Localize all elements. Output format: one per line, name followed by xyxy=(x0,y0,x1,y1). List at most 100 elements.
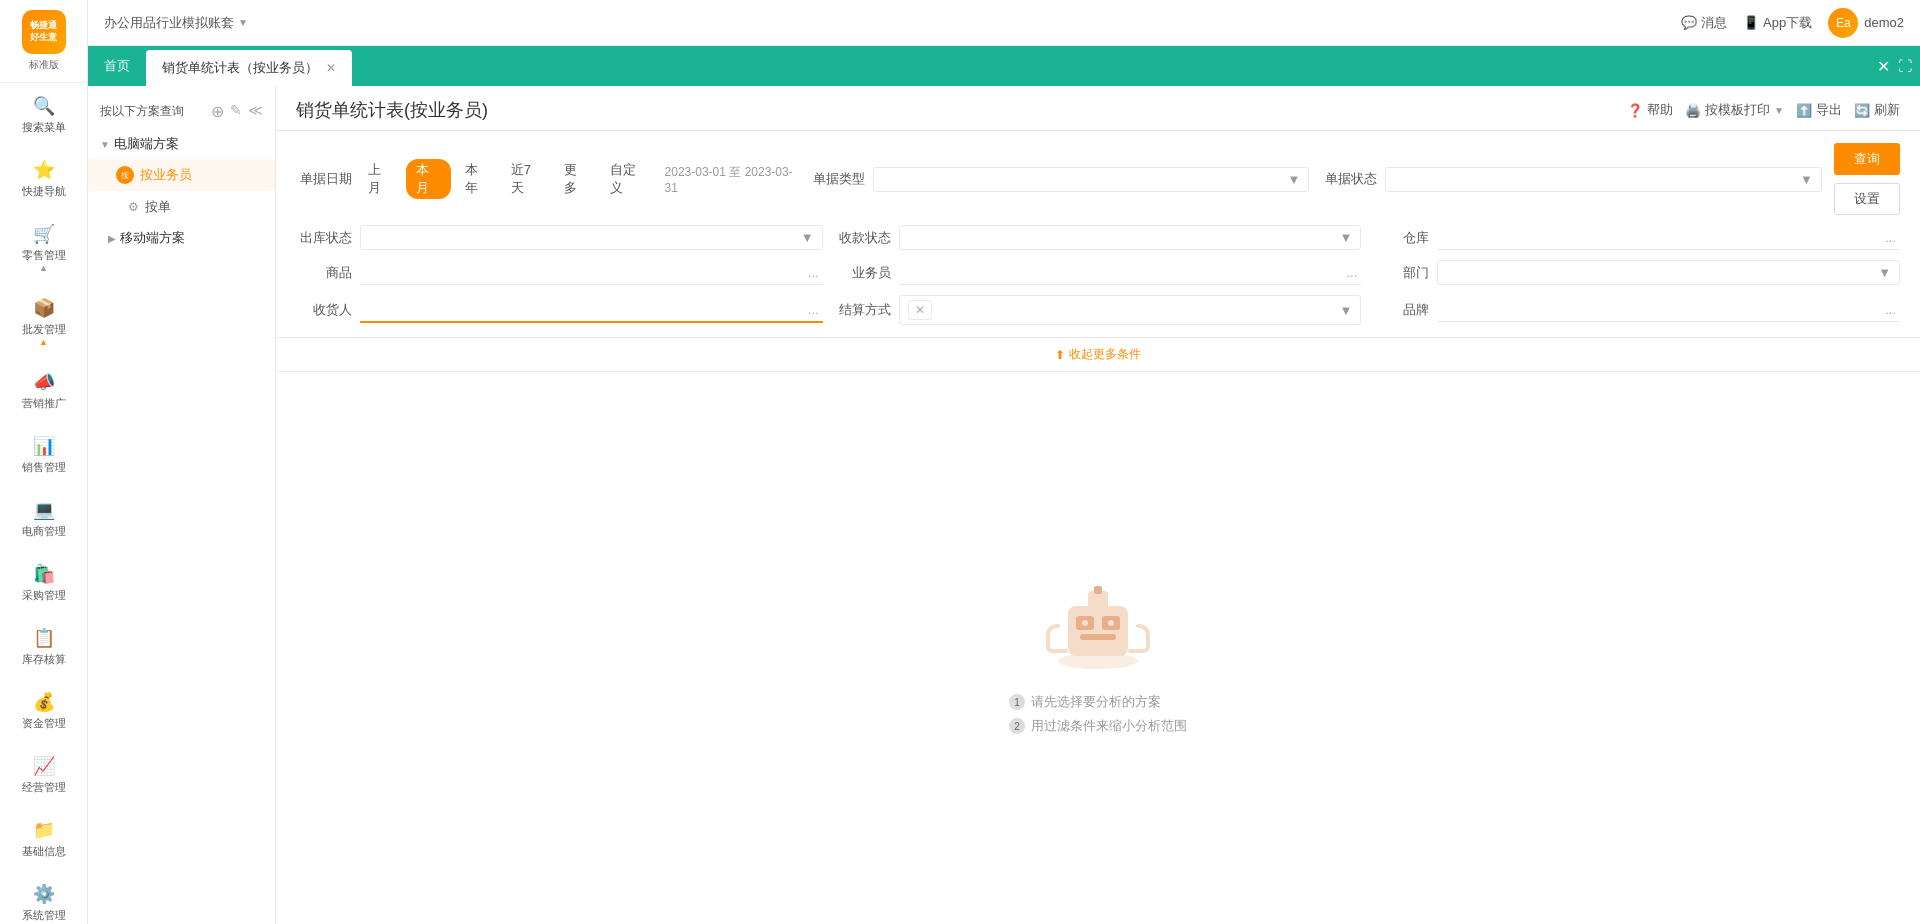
settings-button[interactable]: 设置 xyxy=(1834,183,1900,215)
export-button[interactable]: ⬆️ 导出 xyxy=(1796,101,1842,119)
doc-type-select[interactable]: ▼ xyxy=(873,167,1310,192)
edit-scheme-button[interactable]: ✎ xyxy=(230,102,242,121)
sidebar-item-quick-nav[interactable]: ⭐ 快捷导航 xyxy=(0,147,87,211)
settlement-tag-close[interactable]: ✕ xyxy=(915,303,925,317)
tab-home[interactable]: 首页 xyxy=(88,46,146,86)
svg-rect-8 xyxy=(1094,586,1102,594)
sidebar-item-label: 销售管理 xyxy=(22,460,66,475)
department-dropdown-icon: ▼ xyxy=(1878,265,1891,280)
warehouse-dots[interactable]: ... xyxy=(1885,230,1896,245)
settlement-select[interactable]: ✕ ▼ xyxy=(899,295,1362,325)
topbar: 办公用品行业模拟账套 ▼ 💬 消息 📱 App下载 Ea demo2 xyxy=(88,0,1920,46)
refresh-button[interactable]: 🔄 刷新 xyxy=(1854,101,1900,119)
sidebar-item-search[interactable]: 🔍 搜索菜单 xyxy=(0,83,87,147)
scheme-icon-salesman: 按 xyxy=(116,166,134,184)
sidebar-item-basic[interactable]: 📁 基础信息 xyxy=(0,807,87,871)
workspace-selector[interactable]: 办公用品行业模拟账套 ▼ xyxy=(104,14,248,32)
date-last-7[interactable]: 近7天 xyxy=(503,159,550,199)
sidebar-item-finance[interactable]: 💰 资金管理 xyxy=(0,679,87,743)
sidebar-item-sales[interactable]: 📊 销售管理 xyxy=(0,423,87,487)
message-label: 消息 xyxy=(1701,14,1727,32)
message-button[interactable]: 💬 消息 xyxy=(1681,14,1727,32)
user-menu[interactable]: Ea demo2 xyxy=(1828,8,1904,38)
department-select[interactable]: ▼ xyxy=(1437,260,1900,285)
message-icon: 💬 xyxy=(1681,15,1697,30)
consignee-input[interactable] xyxy=(364,302,808,317)
settlement-label: 结算方式 xyxy=(835,301,891,319)
payment-status-select[interactable]: ▼ xyxy=(899,225,1362,250)
svg-rect-4 xyxy=(1080,634,1116,640)
page-title: 销货单统计表(按业务员) xyxy=(296,98,488,122)
consignee-dots[interactable]: ... xyxy=(808,302,819,317)
tab-sales-report[interactable]: 销货单统计表（按业务员） ✕ xyxy=(146,50,352,86)
sidebar-item-label: 资金管理 xyxy=(22,716,66,731)
sidebar-item-ecommerce[interactable]: 💻 电商管理 xyxy=(0,487,87,551)
left-panel-header: 按以下方案查询 ⊕ ✎ ≪ xyxy=(88,94,275,129)
tabbar: 首页 销货单统计表（按业务员） ✕ ✕ ⛶ xyxy=(88,46,1920,86)
brand-label: 品牌 xyxy=(1373,301,1429,319)
tab-maximize-icon[interactable]: ⛶ xyxy=(1898,58,1912,74)
date-last-month[interactable]: 上月 xyxy=(360,159,400,199)
settlement-cell: 结算方式 ✕ ▼ xyxy=(835,295,1362,325)
scheme-item-by-salesman[interactable]: 按 按业务员 xyxy=(88,159,275,191)
sidebar-item-label: 搜索菜单 xyxy=(22,120,66,135)
left-panel-actions: ⊕ ✎ ≪ xyxy=(211,102,263,121)
print-button[interactable]: 🖨️ 按模板打印 ▼ xyxy=(1685,101,1784,119)
payment-status-label: 收款状态 xyxy=(835,229,891,247)
department-label: 部门 xyxy=(1373,264,1429,282)
sidebar-item-operation[interactable]: 📈 经营管理 xyxy=(0,743,87,807)
tip-num-1: 1 xyxy=(1009,694,1025,710)
sidebar-item-label: 系统管理 xyxy=(22,908,66,923)
sidebar-item-label: 营销推广 xyxy=(22,396,66,411)
date-filter-cell: 单据日期 上月 本月 本年 近7天 更多 自定义 2023-03-01 至 20… xyxy=(296,159,797,199)
retail-icon: 🛒 xyxy=(33,223,55,245)
app-download-button[interactable]: 📱 App下载 xyxy=(1743,14,1812,32)
scheme-item-by-order[interactable]: ⚙ 按单 xyxy=(88,191,275,223)
brand-cell: 品牌 ... xyxy=(1373,298,1900,322)
sidebar-item-wholesale[interactable]: 📦 批发管理 ▲ xyxy=(0,285,87,359)
tab-close-icon[interactable]: ✕ xyxy=(326,61,336,75)
sidebar-item-system[interactable]: ⚙️ 系统管理 xyxy=(0,871,87,924)
sidebar-item-purchase[interactable]: 🛍️ 采购管理 xyxy=(0,551,87,615)
doc-status-select[interactable]: ▼ xyxy=(1385,167,1822,192)
tab-minimize-icon[interactable]: ✕ xyxy=(1877,57,1890,76)
help-button[interactable]: ❓ 帮助 xyxy=(1627,101,1673,119)
scheme-group-pc-title[interactable]: ▼ 电脑端方案 xyxy=(88,129,275,159)
collapse-bar[interactable]: ⬆ 收起更多条件 xyxy=(276,338,1920,372)
app-download-label: App下载 xyxy=(1763,14,1812,32)
sidebar-item-retail[interactable]: 🛒 零售管理 ▲ xyxy=(0,211,87,285)
left-panel-title: 按以下方案查询 xyxy=(100,103,184,120)
goods-dots[interactable]: ... xyxy=(808,265,819,280)
workspace-dropdown-icon: ▼ xyxy=(238,17,248,28)
date-more[interactable]: 更多 xyxy=(556,159,596,199)
tip-num-2: 2 xyxy=(1009,718,1025,734)
shipment-status-dropdown-icon: ▼ xyxy=(801,230,814,245)
date-this-month[interactable]: 本月 xyxy=(406,159,450,199)
add-scheme-button[interactable]: ⊕ xyxy=(211,102,224,121)
sidebar-item-label: 批发管理 xyxy=(22,322,66,337)
collapse-panel-button[interactable]: ≪ xyxy=(248,102,263,121)
left-panel: 按以下方案查询 ⊕ ✎ ≪ ▼ 电脑端方案 按 按业务员 xyxy=(88,86,276,924)
date-this-year[interactable]: 本年 xyxy=(457,159,497,199)
wholesale-expand-arrow: ▲ xyxy=(39,337,48,347)
query-button[interactable]: 查询 xyxy=(1834,143,1900,175)
sidebar-item-marketing[interactable]: 📣 营销推广 xyxy=(0,359,87,423)
salesman-dots[interactable]: ... xyxy=(1346,265,1357,280)
doc-type-filter-cell: 单据类型 ▼ xyxy=(809,167,1310,192)
doc-status-label: 单据状态 xyxy=(1321,170,1377,188)
date-custom[interactable]: 自定义 xyxy=(602,159,654,199)
svg-rect-1 xyxy=(1068,606,1128,656)
shipment-status-select[interactable]: ▼ xyxy=(360,225,823,250)
sidebar-item-inventory[interactable]: 📋 库存核算 xyxy=(0,615,87,679)
scheme-group-mobile-title[interactable]: ▶ 移动端方案 xyxy=(88,223,275,253)
operation-icon: 📈 xyxy=(33,755,55,777)
doc-type-label: 单据类型 xyxy=(809,170,865,188)
logo-icon: 畅捷通好生意 xyxy=(22,10,66,54)
help-label: 帮助 xyxy=(1647,101,1673,119)
brand-dots[interactable]: ... xyxy=(1885,302,1896,317)
content-area: 按以下方案查询 ⊕ ✎ ≪ ▼ 电脑端方案 按 按业务员 xyxy=(88,86,1920,924)
sidebar-item-label: 经营管理 xyxy=(22,780,66,795)
sidebar-logo[interactable]: 畅捷通好生意 标准版 xyxy=(0,0,87,83)
collapse-icon: ⬆ xyxy=(1055,348,1065,362)
doc-type-dropdown-icon: ▼ xyxy=(1287,172,1300,187)
